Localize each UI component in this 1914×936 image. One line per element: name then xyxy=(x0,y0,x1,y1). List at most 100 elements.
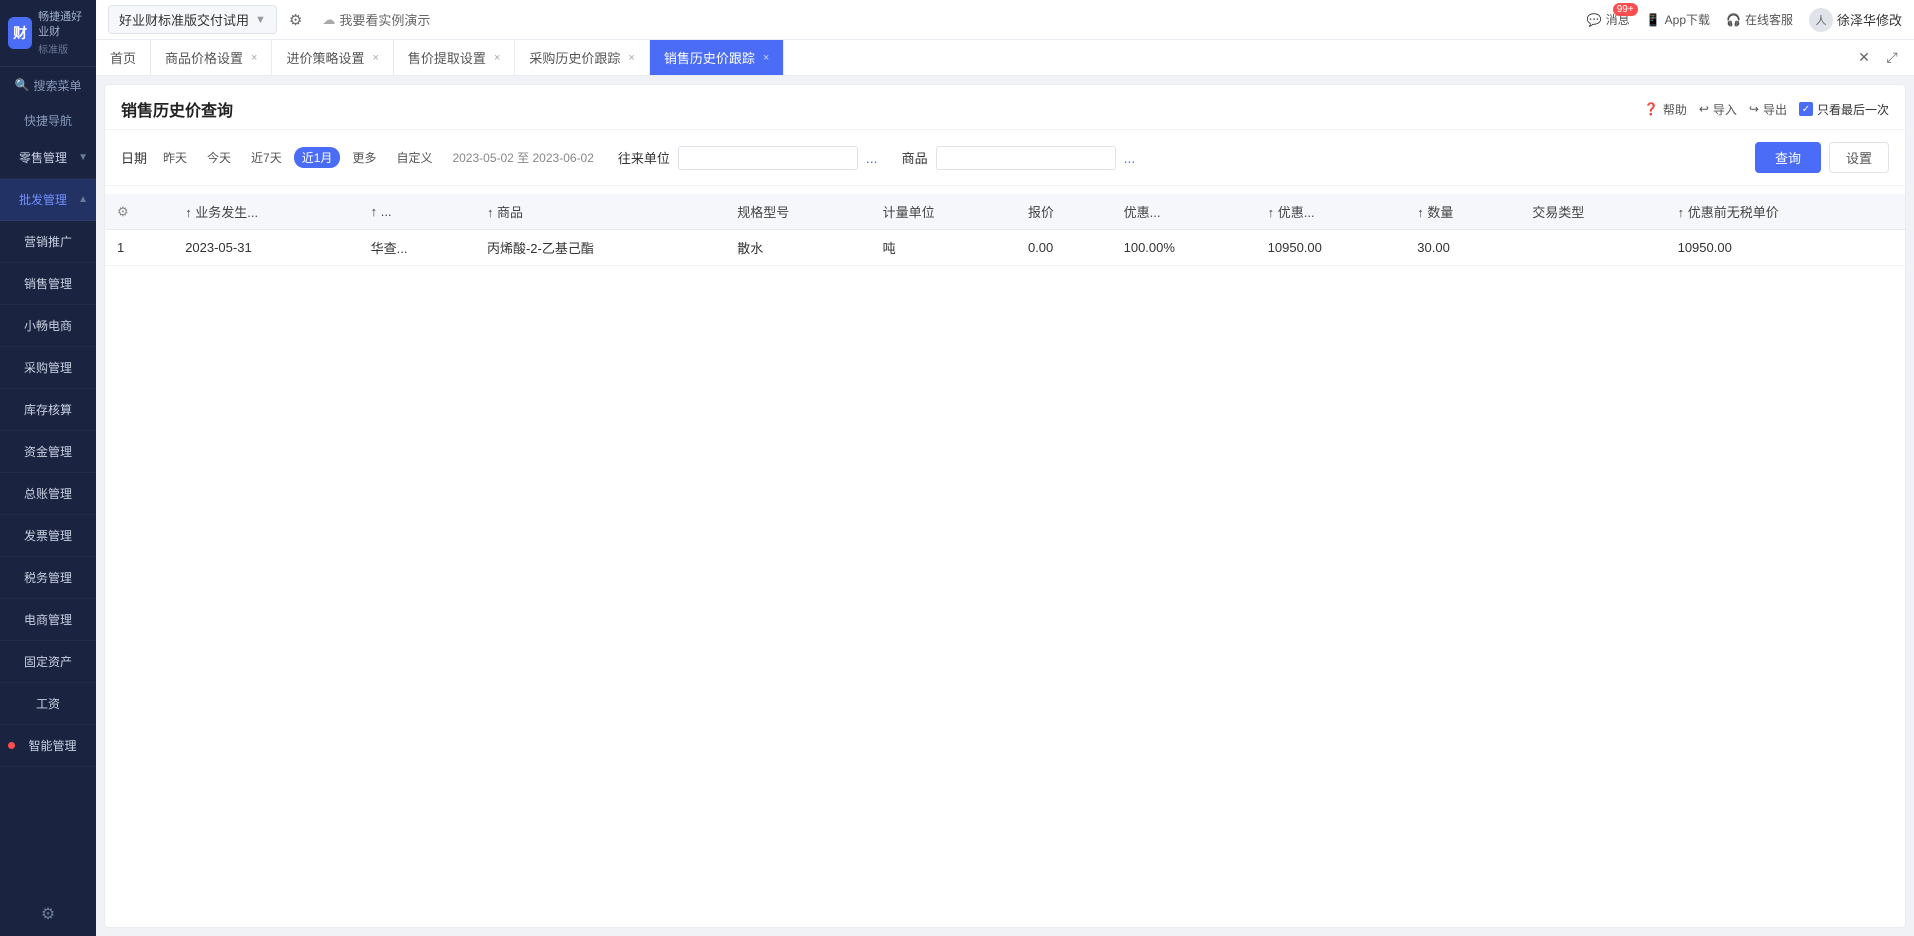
sidebar-item-wholesale[interactable]: 批发管理 ▲ xyxy=(0,179,96,221)
date-btn-last7[interactable]: 近7天 xyxy=(243,147,290,168)
avatar: 人 xyxy=(1809,8,1833,32)
th-trade-type[interactable]: 交易类型 xyxy=(1520,194,1665,230)
th-gear[interactable]: ⚙ xyxy=(105,194,173,230)
sidebar-item-payroll[interactable]: 工资 xyxy=(0,683,96,725)
cell-biz-date: 2023-05-31 xyxy=(173,230,358,266)
sidebar-item-general-ledger[interactable]: 总账管理 xyxy=(0,473,96,515)
import-button[interactable]: ↩ 导入 xyxy=(1699,101,1737,118)
online-service-button[interactable]: 🎧 在线客服 xyxy=(1726,11,1793,28)
close-icon[interactable]: × xyxy=(372,52,378,64)
date-btn-custom[interactable]: 自定义 xyxy=(388,147,440,168)
product-input[interactable] xyxy=(936,146,1116,170)
product-search-icon[interactable]: ... xyxy=(1124,150,1136,166)
main-area: 好业财标准版交付试用 ▼ ⚙ ☁ 我要看实例演示 💬 消息 99+ 📱 App下… xyxy=(96,0,1914,936)
customer-filter-group: 往来单位 ... xyxy=(618,146,878,170)
sidebar: 财 畅捷通好业财 标准版 🔍 搜索菜单 快捷导航 零售管理 ▼ 批发管理 ▲ 营… xyxy=(0,0,96,936)
sidebar-item-inventory[interactable]: 库存核算 xyxy=(0,389,96,431)
product-filter-group: 商品 ... xyxy=(902,146,1136,170)
sidebar-item-invoice[interactable]: 发票管理 xyxy=(0,515,96,557)
tabbar: 首页 商品价格设置 × 进价策略设置 × 售价提取设置 × 采购历史价跟踪 × … xyxy=(96,40,1914,76)
sidebar-item-sales[interactable]: 销售管理 xyxy=(0,263,96,305)
date-btn-more[interactable]: 更多 xyxy=(344,147,384,168)
sidebar-item-retail[interactable]: 零售管理 ▼ xyxy=(0,137,96,179)
user-menu[interactable]: 人 徐泽华修改 xyxy=(1809,8,1902,32)
sidebar-item-ecommerce[interactable]: 电商管理 xyxy=(0,599,96,641)
export-icon: ↪ xyxy=(1749,102,1759,116)
sidebar-item-smart-mgmt[interactable]: 智能管理 xyxy=(0,725,96,767)
customer-input[interactable] xyxy=(678,146,858,170)
only-last-checkbox[interactable]: ✓ 只看最后一次 xyxy=(1799,101,1889,118)
logo-icon: 财 xyxy=(8,17,32,49)
headset-icon: 🎧 xyxy=(1726,13,1741,27)
date-btn-last1m[interactable]: 近1月 xyxy=(294,147,341,168)
workspace-selector[interactable]: 好业财标准版交付试用 ▼ xyxy=(108,5,277,34)
help-icon: ❓ xyxy=(1644,102,1659,116)
th-more1[interactable]: ↑ ... xyxy=(359,194,475,230)
cell-discount-rate: 100.00% xyxy=(1112,230,1256,266)
sidebar-item-finance[interactable]: 资金管理 xyxy=(0,431,96,473)
gear-icon[interactable]: ⚙ xyxy=(285,7,306,33)
th-pre-tax-price[interactable]: ↑ 优惠前无税单价 xyxy=(1666,194,1905,230)
th-product[interactable]: ↑ 商品 xyxy=(475,194,725,230)
message-button[interactable]: 💬 消息 99+ xyxy=(1587,11,1630,28)
date-filter-group: 日期 昨天 今天 近7天 近1月 更多 自定义 2023-05-02 至 202… xyxy=(121,147,594,168)
selector-arrow-icon: ▼ xyxy=(255,14,266,26)
sidebar-item-tax[interactable]: 税务管理 xyxy=(0,557,96,599)
th-discount-price[interactable]: ↑ 优惠... xyxy=(1256,194,1406,230)
tab-home[interactable]: 首页 xyxy=(96,40,151,76)
tab-price-settings[interactable]: 商品价格设置 × xyxy=(151,40,272,76)
cell-product: 丙烯酸-2-乙基己酯 xyxy=(475,230,725,266)
sidebar-search[interactable]: 🔍 搜索菜单 xyxy=(0,67,96,104)
th-discount-rate[interactable]: 优惠... xyxy=(1112,194,1256,230)
maximize-window-button[interactable]: ⤢ xyxy=(1878,44,1906,72)
page-header-actions: ❓ 帮助 ↩ 导入 ↪ 导出 ✓ 只看最后一次 xyxy=(1644,101,1889,118)
th-spec[interactable]: 规格型号 xyxy=(725,194,870,230)
date-btn-yesterday[interactable]: 昨天 xyxy=(155,147,195,168)
message-icon: 💬 xyxy=(1587,13,1602,27)
page-title: 销售历史价查询 xyxy=(121,97,233,121)
sidebar-item-ecommerce-small[interactable]: 小畅电商 xyxy=(0,305,96,347)
demo-link[interactable]: ☁ 我要看实例演示 xyxy=(322,10,430,29)
close-icon[interactable]: × xyxy=(251,52,257,64)
th-biz-date[interactable]: ↑ 业务发生... xyxy=(173,194,358,230)
help-button[interactable]: ❓ 帮助 xyxy=(1644,101,1687,118)
table-row: 1 2023-05-31 华查... 丙烯酸-2-乙基己酯 散水 吨 0.00 … xyxy=(105,230,1905,266)
tab-purchase-strategy[interactable]: 进价策略设置 × xyxy=(272,40,393,76)
close-window-button[interactable]: ✕ xyxy=(1850,44,1878,72)
close-icon[interactable]: × xyxy=(763,52,769,64)
app-download-button[interactable]: 📱 App下载 xyxy=(1646,11,1710,28)
sidebar-item-purchase[interactable]: 采购管理 xyxy=(0,347,96,389)
sidebar-item-fixed-assets[interactable]: 固定资产 xyxy=(0,641,96,683)
checkbox-icon: ✓ xyxy=(1799,102,1813,116)
app-icon: 📱 xyxy=(1646,13,1661,27)
settings-button[interactable]: 设置 xyxy=(1829,142,1889,173)
export-button[interactable]: ↪ 导出 xyxy=(1749,101,1787,118)
dot-icon xyxy=(8,742,15,749)
date-options: 昨天 今天 近7天 近1月 更多 自定义 xyxy=(155,147,440,168)
th-unit[interactable]: 计量单位 xyxy=(871,194,1016,230)
cell-index: 1 xyxy=(105,230,173,266)
filter-action-buttons: 查询 设置 xyxy=(1755,142,1889,173)
th-quantity[interactable]: ↑ 数量 xyxy=(1405,194,1520,230)
query-button[interactable]: 查询 xyxy=(1755,142,1821,173)
page-content: 销售历史价查询 ❓ 帮助 ↩ 导入 ↪ 导出 ✓ 只看最后一次 xyxy=(104,84,1906,928)
customer-label: 往来单位 xyxy=(618,148,670,167)
close-icon[interactable]: × xyxy=(494,52,500,64)
date-label: 日期 xyxy=(121,148,147,167)
chevron-up-icon: ▲ xyxy=(78,194,88,205)
sidebar-item-marketing[interactable]: 营销推广 xyxy=(0,221,96,263)
cell-quantity: 30.00 xyxy=(1405,230,1520,266)
date-range-text: 2023-05-02 至 2023-06-02 xyxy=(452,149,593,166)
chevron-right-icon: ▼ xyxy=(78,152,88,163)
date-btn-today[interactable]: 今天 xyxy=(199,147,239,168)
sidebar-settings-button[interactable]: ⚙ xyxy=(0,892,96,936)
sidebar-quick-nav[interactable]: 快捷导航 xyxy=(0,104,96,137)
filter-area: 日期 昨天 今天 近7天 近1月 更多 自定义 2023-05-02 至 202… xyxy=(105,130,1905,186)
search-icon: 🔍 xyxy=(15,78,30,92)
customer-search-icon[interactable]: ... xyxy=(866,150,878,166)
tab-price-extract[interactable]: 售价提取设置 × xyxy=(394,40,515,76)
tab-purchase-history[interactable]: 采购历史价跟踪 × xyxy=(515,40,649,76)
close-icon[interactable]: × xyxy=(628,52,634,64)
tab-sales-history[interactable]: 销售历史价跟踪 × xyxy=(650,40,784,76)
th-list-price[interactable]: 报价 xyxy=(1016,194,1112,230)
